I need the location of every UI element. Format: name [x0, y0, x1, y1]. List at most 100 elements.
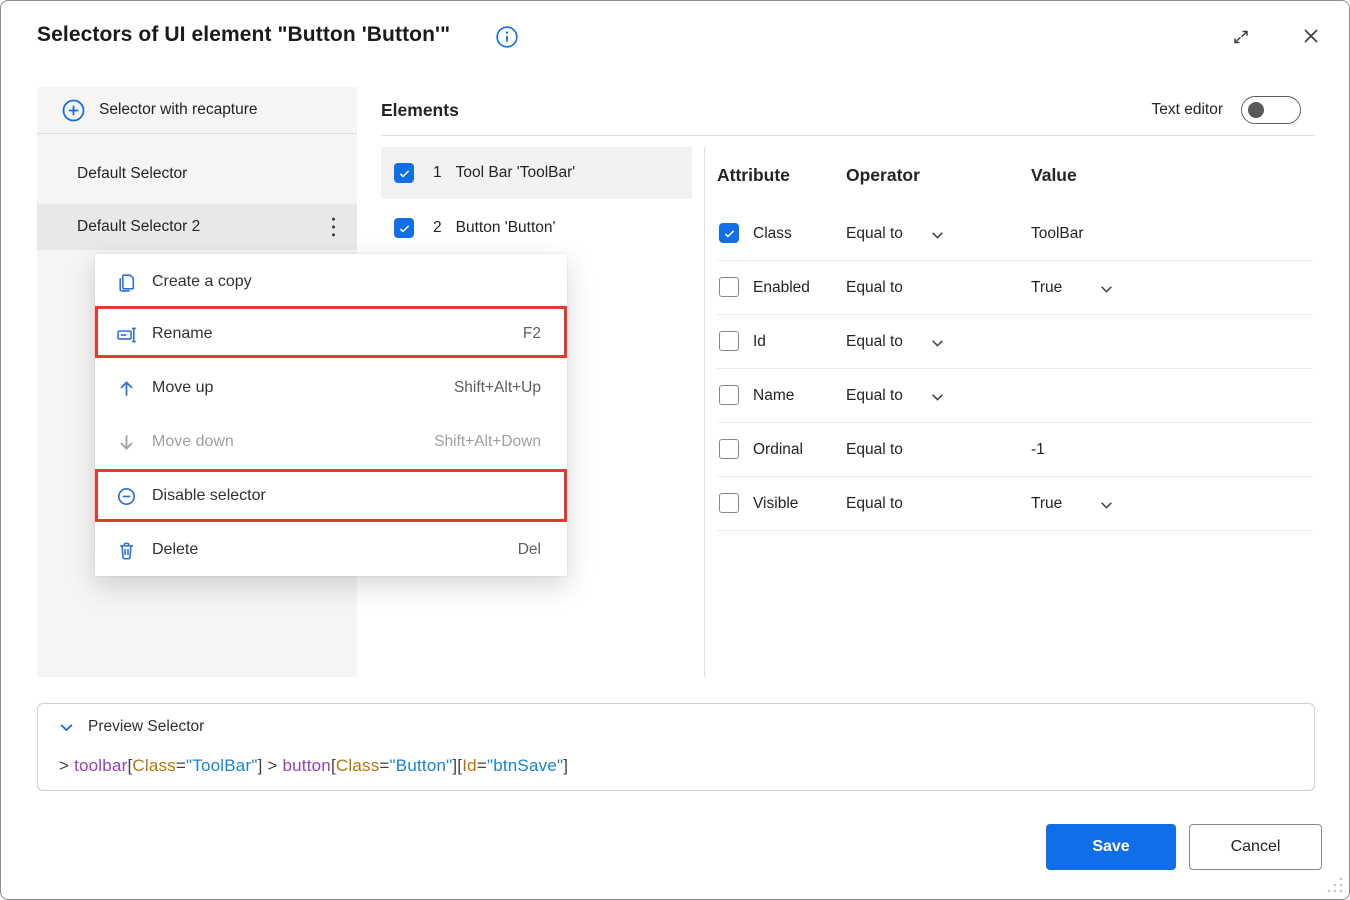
close-icon[interactable] [1297, 22, 1325, 50]
attribute-name: Class [753, 225, 792, 243]
checkbox[interactable] [394, 163, 414, 183]
menu-item-label: Rename [152, 325, 523, 343]
menu-item-shortcut: Del [518, 541, 541, 559]
page-title: Selectors of UI element "Button 'Button'… [37, 23, 450, 47]
info-icon[interactable] [493, 23, 521, 51]
preview-selector-panel: Preview Selector > toolbar[Class="ToolBa… [37, 703, 1315, 791]
selector-token: ][ [452, 756, 462, 775]
attribute-row-visible: Visible Equal to True [717, 477, 1313, 531]
column-header-value: Value [1031, 165, 1077, 186]
menu-item-shortcut: Shift+Alt+Up [454, 379, 541, 397]
attribute-name: Enabled [753, 279, 810, 297]
selector-token: toolbar [74, 756, 127, 775]
expand-icon[interactable] [1227, 23, 1255, 51]
more-options-icon[interactable] [325, 214, 341, 240]
elements-panel-title: Elements [381, 100, 459, 121]
selector-token: "Button" [390, 756, 453, 775]
selector-token: ] [563, 756, 568, 775]
element-label: Tool Bar 'ToolBar' [456, 164, 576, 182]
resize-grip[interactable] [1322, 872, 1344, 894]
checkbox[interactable] [719, 439, 739, 459]
attribute-value: True [1031, 495, 1062, 513]
chevron-down-icon[interactable] [1099, 282, 1114, 302]
chevron-down-icon[interactable] [1099, 498, 1114, 518]
selector-token: "btnSave" [487, 756, 563, 775]
selector-with-recapture-button[interactable]: Selector with recapture [37, 87, 357, 134]
sidebar-item-label: Default Selector 2 [77, 218, 200, 236]
menu-item-label: Move down [152, 433, 434, 451]
menu-item-delete[interactable]: DeleteDel [95, 526, 567, 574]
checkbox[interactable] [394, 218, 414, 238]
element-list-item[interactable]: 2 Button 'Button' [381, 204, 692, 252]
selector-token: button [282, 756, 330, 775]
menu-item-label: Move up [152, 379, 454, 397]
menu-item-move-down: Move downShift+Alt+Down [95, 418, 567, 466]
operator-value: Equal to [846, 225, 903, 243]
element-index: 1 [433, 164, 442, 182]
text-editor-toggle[interactable] [1241, 96, 1301, 124]
menu-item-rename[interactable]: RenameF2 [95, 310, 567, 358]
attribute-row-name: Name Equal to [717, 369, 1313, 423]
checkbox[interactable] [719, 385, 739, 405]
chevron-down-icon[interactable] [930, 390, 945, 410]
menu-item-move-up[interactable]: Move upShift+Alt+Up [95, 364, 567, 412]
chevron-down-icon[interactable] [930, 336, 945, 356]
selector-token: > [59, 756, 74, 775]
selector-token: Class [132, 756, 176, 775]
attribute-name: Id [753, 333, 766, 351]
rename-icon [115, 323, 137, 345]
arrow-down-icon [115, 431, 137, 453]
attribute-row-id: IdEqual to [717, 315, 1313, 369]
selector-token: Id [462, 756, 477, 775]
recapture-label: Selector with recapture [99, 101, 258, 119]
attribute-row-class: Class Equal to ToolBar [717, 207, 1313, 261]
selector-token: = [477, 756, 487, 775]
element-label: Button 'Button' [456, 219, 556, 237]
arrow-up-icon [115, 377, 137, 399]
column-header-attribute: Attribute [717, 165, 790, 186]
toggle-knob [1248, 102, 1264, 118]
attribute-name: Name [753, 387, 794, 405]
attribute-value: True [1031, 279, 1062, 297]
attribute-value: -1 [1031, 441, 1045, 459]
menu-item-label: Delete [152, 541, 518, 559]
operator-value: Equal to [846, 441, 903, 459]
attribute-value: ToolBar [1031, 225, 1084, 243]
element-list-item[interactable]: 1 Tool Bar 'ToolBar' [381, 147, 692, 199]
save-button[interactable]: Save [1046, 824, 1176, 870]
cancel-button[interactable]: Cancel [1189, 824, 1322, 870]
selector-context-menu: Create a copy RenameF2 Move upShift+Alt+Up… [95, 254, 567, 576]
preview-selector-label: Preview Selector [88, 718, 204, 736]
disable-icon [115, 485, 137, 507]
selectors-dialog: Selectors of UI element "Button 'Button'… [0, 0, 1350, 900]
sidebar-item-default-selector-2[interactable]: Default Selector 2 [37, 204, 357, 250]
chevron-down-icon [58, 719, 75, 736]
menu-item-disable-selector[interactable]: Disable selector [95, 472, 567, 520]
menu-item-shortcut: Shift+Alt+Down [434, 433, 541, 451]
attribute-name: Visible [753, 495, 798, 513]
plus-circle-icon [61, 98, 86, 123]
attribute-name: Ordinal [753, 441, 803, 459]
sidebar-item-default-selector[interactable]: Default Selector [37, 151, 357, 197]
selector-preview-code: > toolbar[Class="ToolBar"] > button[Clas… [59, 756, 568, 776]
checkbox[interactable] [719, 277, 739, 297]
checkbox[interactable] [719, 493, 739, 513]
checkbox[interactable] [719, 331, 739, 351]
column-header-operator: Operator [846, 165, 920, 186]
text-editor-label: Text editor [1151, 101, 1223, 119]
preview-selector-collapse[interactable]: Preview Selector [58, 718, 204, 736]
operator-value: Equal to [846, 387, 903, 405]
menu-item-create-a-copy[interactable]: Create a copy [95, 258, 567, 306]
element-index: 2 [433, 219, 442, 237]
operator-value: Equal to [846, 495, 903, 513]
menu-item-label: Disable selector [152, 487, 541, 505]
checkbox[interactable] [719, 223, 739, 243]
selector-token: "ToolBar" [186, 756, 258, 775]
sidebar-item-label: Default Selector [77, 165, 187, 183]
selector-token: ] [258, 756, 268, 775]
selector-token: Class [336, 756, 380, 775]
selector-token: > [267, 756, 282, 775]
header-divider [381, 135, 1315, 136]
menu-item-label: Create a copy [152, 273, 541, 291]
chevron-down-icon[interactable] [930, 228, 945, 248]
